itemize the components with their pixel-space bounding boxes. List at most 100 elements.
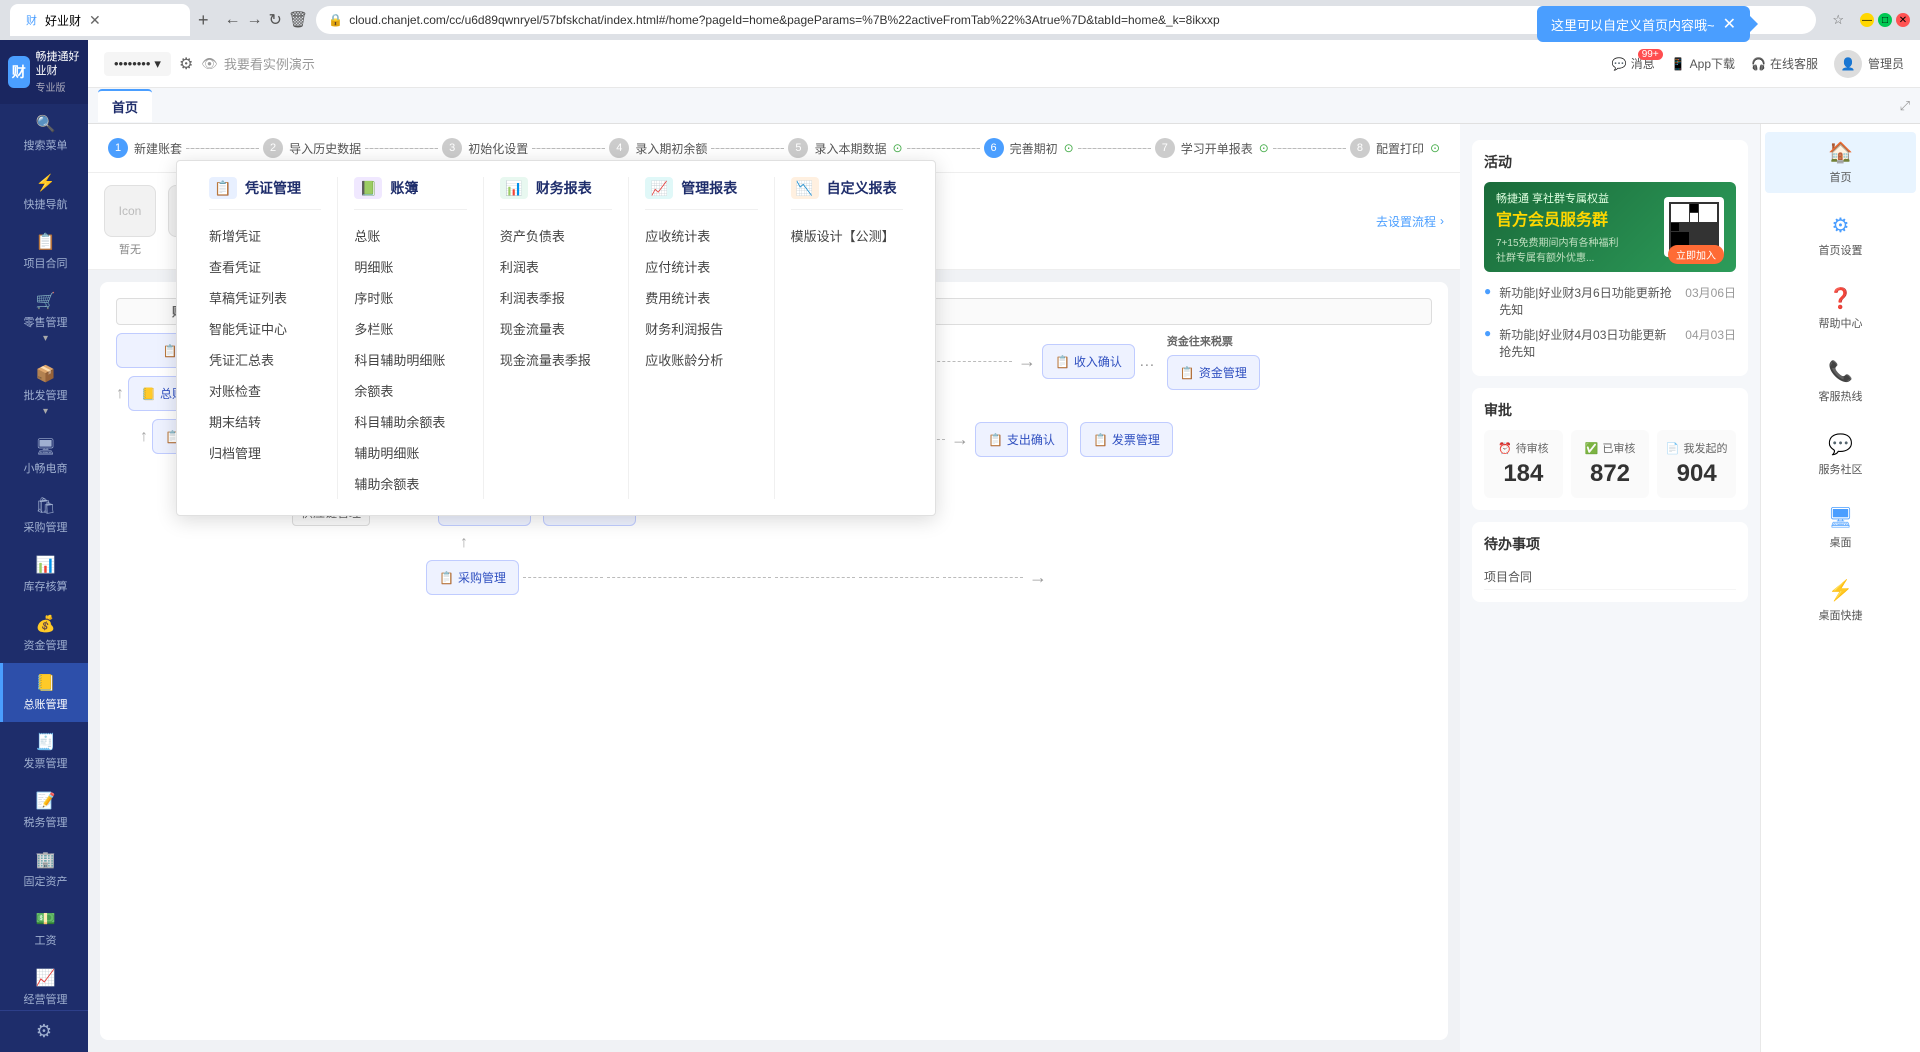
- capital-mgmt-box[interactable]: 📋 资金管理: [1167, 355, 1260, 390]
- menu-item-template-design[interactable]: 模版设计【公测】: [791, 220, 903, 251]
- dots-icon-1[interactable]: …: [1139, 353, 1155, 371]
- sidebar-item-shortcut[interactable]: ⚡ 快捷导航: [0, 163, 88, 222]
- sidebar-item-tax[interactable]: 📝 税务管理: [0, 781, 88, 840]
- join-button[interactable]: 立即加入: [1668, 245, 1724, 264]
- delete-icon[interactable]: 🗑: [288, 10, 308, 30]
- sidebar-item-ops[interactable]: 📈 经营管理: [0, 958, 88, 1010]
- close-button[interactable]: ✕: [1896, 13, 1910, 27]
- menu-item-period-end[interactable]: 期末结转: [209, 406, 321, 437]
- message-button[interactable]: 💬 消息 99+: [1612, 55, 1655, 72]
- rs-item-desktop[interactable]: 🖥 桌面: [1765, 497, 1916, 558]
- tab-home[interactable]: 首页: [98, 89, 152, 122]
- user-menu[interactable]: 👤 管理员: [1834, 50, 1904, 78]
- menu-item-profit[interactable]: 利润表: [500, 251, 612, 282]
- sidebar-item-inventory[interactable]: 📊 库存核算: [0, 545, 88, 604]
- approval-initiated[interactable]: 📄 我发起的 904: [1657, 430, 1736, 498]
- reload-icon[interactable]: ↻: [269, 10, 282, 30]
- menu-item-cash-flow[interactable]: 现金流量表: [500, 313, 612, 344]
- menu-item-aux-balance[interactable]: 辅助余额表: [354, 468, 466, 499]
- menu-item-aging-analysis[interactable]: 应收账龄分析: [645, 344, 757, 375]
- expand-icon: ▾: [43, 333, 48, 344]
- company-selector[interactable]: •••••••• ▾: [104, 52, 171, 76]
- sidebar-item-wholesale[interactable]: 📦 批发管理 ▾: [0, 354, 88, 427]
- menu-item-draft-voucher[interactable]: 草稿凭证列表: [209, 282, 321, 313]
- menu-item-multi-ledger[interactable]: 多栏账: [354, 313, 466, 344]
- sidebar-item-retail[interactable]: 🛒 零售管理 ▾: [0, 281, 88, 354]
- todo-item-1-label: 项目合同: [1484, 568, 1532, 585]
- tab-expand-icon[interactable]: ⤢: [1900, 98, 1910, 114]
- income-confirm-box[interactable]: 📋 收入确认: [1042, 344, 1135, 379]
- menu-item-smart-voucher[interactable]: 智能凭证中心: [209, 313, 321, 344]
- demo-link[interactable]: 👁 我要看实例演示: [201, 54, 315, 73]
- news-dot-1: ●: [1484, 284, 1491, 318]
- bookmark-icon[interactable]: ☆: [1832, 12, 1844, 28]
- minimize-button[interactable]: —: [1860, 13, 1874, 27]
- menu-item-balance-sheet[interactable]: 资产负债表: [500, 220, 612, 251]
- menu-item-subject-detail[interactable]: 科目辅助明细账: [354, 344, 466, 375]
- rs-item-community[interactable]: 💬 服务社区: [1765, 424, 1916, 485]
- menu-item-subject-balance[interactable]: 科目辅助余额表: [354, 406, 466, 437]
- shortcut-1-icon: Icon: [104, 185, 156, 237]
- menu-item-profit-quarterly[interactable]: 利润表季报: [500, 282, 612, 313]
- menu-item-add-voucher[interactable]: 新增凭证: [209, 220, 321, 251]
- menu-item-aux-detail[interactable]: 辅助明细账: [354, 437, 466, 468]
- menu-item-sequence-ledger[interactable]: 序时账: [354, 282, 466, 313]
- forward-icon[interactable]: →: [247, 11, 263, 29]
- sidebar-item-accounting[interactable]: 📒 总账管理: [0, 663, 88, 722]
- rs-item-help[interactable]: ❓ 帮助中心: [1765, 278, 1916, 339]
- menu-item-cash-flow-quarterly[interactable]: 现金流量表季报: [500, 344, 612, 375]
- menu-section-voucher: 📋 凭证管理 新增凭证 查看凭证 草稿凭证列表 智能凭证中心 凭证汇总表 对账检…: [193, 177, 338, 499]
- back-icon[interactable]: ←: [225, 11, 241, 29]
- sidebar-item-ecommerce[interactable]: 🖥 小畅电商: [0, 427, 88, 486]
- go-setup-link[interactable]: 去设置流程 ›: [1376, 213, 1444, 230]
- approval-items: ⏰ 待审核 184 ✅ 已审核 872: [1484, 430, 1736, 498]
- invoice-mgmt-box[interactable]: 📋 发票管理: [1080, 422, 1173, 457]
- sidebar-item-search[interactable]: 🔍 搜索菜单: [0, 104, 88, 163]
- new-tab-button[interactable]: +: [198, 10, 209, 31]
- sidebar-item-label: 固定资产: [24, 873, 68, 889]
- menu-item-detail-ledger[interactable]: 明细账: [354, 251, 466, 282]
- news-item-2[interactable]: ● 新功能|好业财4月03日功能更新抢先知 04月03日: [1484, 322, 1736, 364]
- sidebar-item-project[interactable]: 📋 项目合同: [0, 222, 88, 281]
- menu-item-expense-stats[interactable]: 费用统计表: [645, 282, 757, 313]
- menu-item-general-ledger[interactable]: 总账: [354, 220, 466, 251]
- app-download-button[interactable]: 📱 App下载: [1671, 55, 1735, 72]
- menu-item-receivable-stats[interactable]: 应收统计表: [645, 220, 757, 251]
- rs-item-quick[interactable]: ⚡ 桌面快捷: [1765, 570, 1916, 631]
- topbar-settings-icon[interactable]: ⚙: [179, 54, 193, 74]
- todo-item-1[interactable]: 项目合同: [1484, 564, 1736, 590]
- maximize-button[interactable]: □: [1878, 13, 1892, 27]
- menu-item-balance-table[interactable]: 余额表: [354, 375, 466, 406]
- sidebar-item-finance[interactable]: 💰 资金管理: [0, 604, 88, 663]
- voucher-title: 凭证管理: [245, 178, 301, 198]
- rs-item-home[interactable]: 🏠 首页: [1765, 132, 1916, 193]
- purchase-mgmt-box[interactable]: 📋 采购管理: [426, 560, 519, 595]
- browser-tab[interactable]: 财 好业财 ✕: [10, 4, 190, 36]
- menu-item-voucher-summary[interactable]: 凭证汇总表: [209, 344, 321, 375]
- approval-pending[interactable]: ⏰ 待审核 184: [1484, 430, 1563, 498]
- rs-item-customer[interactable]: 📞 客服热线: [1765, 351, 1916, 412]
- step-1: 1 新建账套: [108, 138, 182, 158]
- approval-done[interactable]: ✅ 已审核 872: [1571, 430, 1650, 498]
- menu-item-view-voucher[interactable]: 查看凭证: [209, 251, 321, 282]
- shortcut-1[interactable]: Icon 暂无: [104, 185, 156, 257]
- news-item-1[interactable]: ● 新功能|好业财3月6日功能更新抢先知 03月06日: [1484, 280, 1736, 322]
- sidebar-item-assets[interactable]: 🏢 固定资产: [0, 840, 88, 899]
- sidebar-item-salary[interactable]: 💵 工资: [0, 899, 88, 958]
- expense-confirm-box[interactable]: 📋 支出确认: [975, 422, 1068, 457]
- menu-item-archive[interactable]: 归档管理: [209, 437, 321, 468]
- arrow-r-2: →: [1018, 351, 1036, 372]
- menu-item-reconcile[interactable]: 对账检查: [209, 375, 321, 406]
- sidebar-gear-icon[interactable]: ⚙: [36, 1021, 52, 1042]
- rs-item-setup[interactable]: ⚙ 首页设置: [1765, 205, 1916, 266]
- sidebar-item-purchase[interactable]: 🛍 采购管理: [0, 486, 88, 545]
- tab-close-icon[interactable]: ✕: [89, 12, 101, 29]
- sidebar-item-invoice[interactable]: 🧾 发票管理: [0, 722, 88, 781]
- menu-item-payable-stats[interactable]: 应付统计表: [645, 251, 757, 282]
- company-name: ••••••••: [114, 56, 150, 71]
- step-7: 7 学习开单报表 ⊙: [1155, 138, 1269, 158]
- step-3: 3 初始化设置: [442, 138, 528, 158]
- menu-item-financial-profit[interactable]: 财务利润报告: [645, 313, 757, 344]
- online-support-button[interactable]: 🎧 在线客服: [1751, 55, 1818, 72]
- content-row: 1 新建账套 2 导入历史数据 3 初始化设置 4: [88, 124, 1920, 1052]
